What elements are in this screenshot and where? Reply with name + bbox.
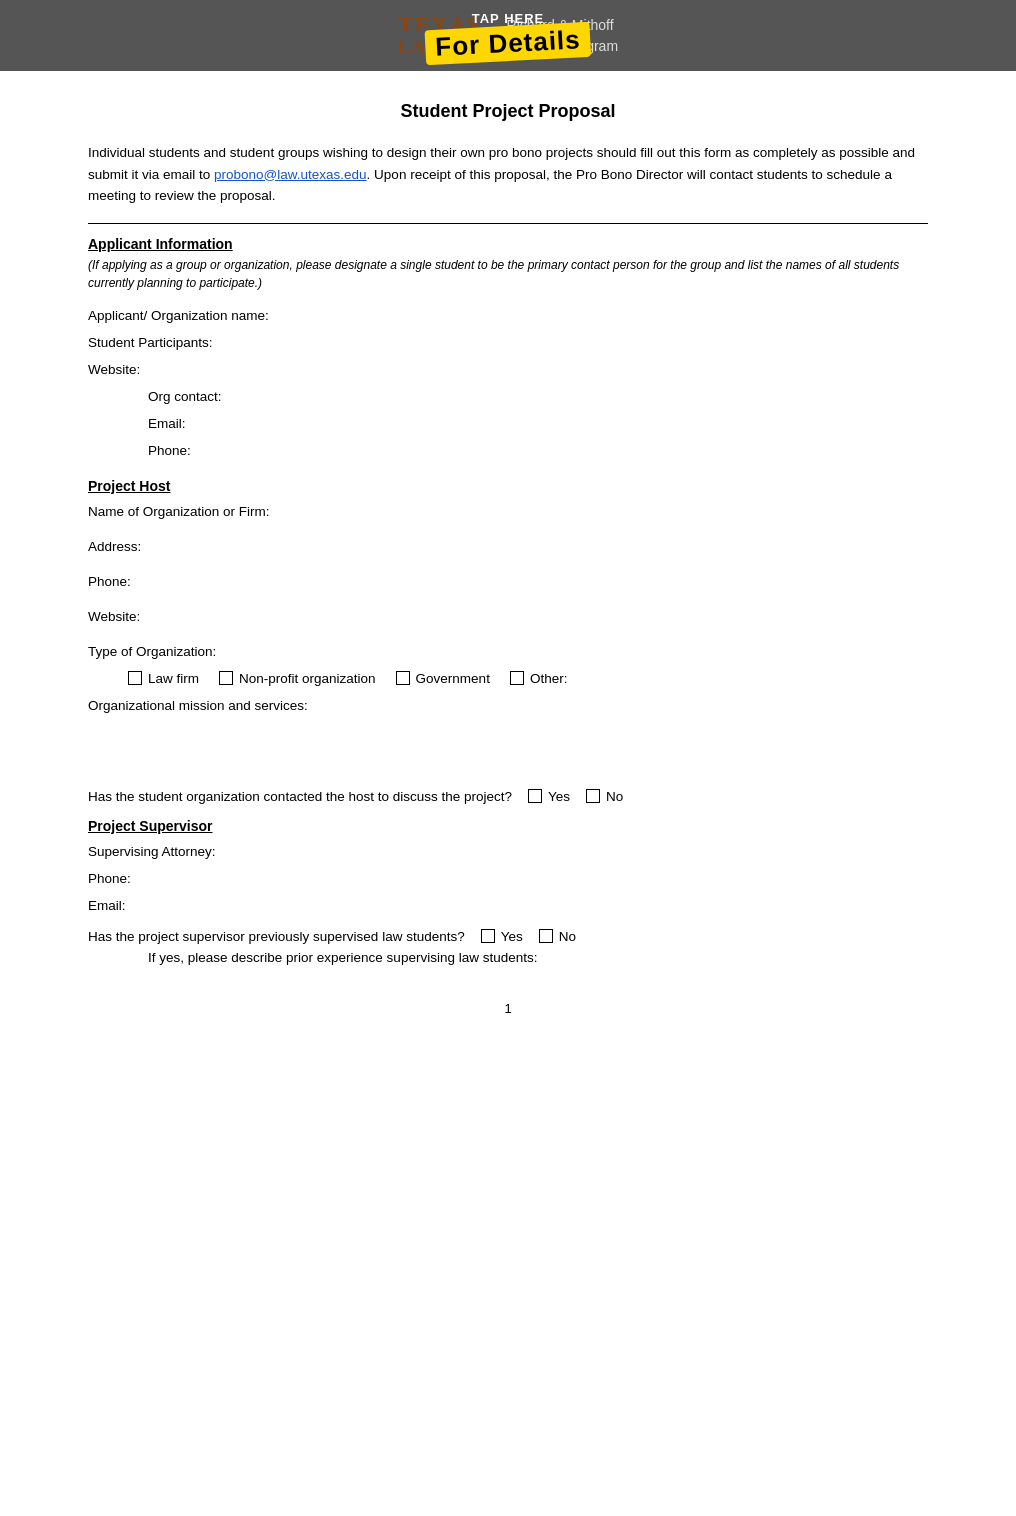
prev-supervised-row: Has the project supervisor previously su… [88, 929, 928, 944]
checkbox-box-contact-yes[interactable] [528, 789, 542, 803]
contact-no-label: No [606, 789, 623, 804]
checkbox-box-contact-no[interactable] [586, 789, 600, 803]
contact-question-text: Has the student organization contacted t… [88, 789, 512, 804]
checkbox-box-supervised-yes[interactable] [481, 929, 495, 943]
tap-overlay[interactable]: TAP HERE For Details [425, 11, 590, 61]
applicant-org-name: Applicant/ Organization name: [88, 302, 928, 329]
host-phone: Phone: [88, 568, 928, 595]
org-type-nonprofit: Non-profit organization [239, 671, 376, 686]
contact-no[interactable]: No [586, 789, 623, 804]
contact-yes-label: Yes [548, 789, 570, 804]
mission-label: Organizational mission and services: [88, 692, 928, 719]
checkbox-law-firm[interactable]: Law firm [128, 671, 199, 686]
host-org-name: Name of Organization or Firm: [88, 498, 928, 525]
org-type-government: Government [416, 671, 490, 686]
org-type-checkboxes: Law firm Non-profit organization Governm… [128, 671, 928, 686]
supervised-no[interactable]: No [539, 929, 576, 944]
section-divider [88, 223, 928, 224]
supervisor-heading: Project Supervisor [88, 818, 928, 834]
host-type-of-org: Type of Organization: [88, 638, 928, 665]
applicant-org-contact: Org contact: [148, 383, 928, 410]
contact-yes[interactable]: Yes [528, 789, 570, 804]
page-title: Student Project Proposal [88, 101, 928, 122]
tap-here-text: TAP HERE [472, 11, 545, 26]
checkbox-box-government[interactable] [396, 671, 410, 685]
applicant-section: Applicant Information (If applying as a … [88, 236, 928, 464]
applicant-subtext: (If applying as a group or organization,… [88, 256, 928, 292]
supervised-yes[interactable]: Yes [481, 929, 523, 944]
project-host-heading: Project Host [88, 478, 928, 494]
checkbox-box-other[interactable] [510, 671, 524, 685]
applicant-phone: Phone: [148, 437, 928, 464]
page-number: 1 [88, 1001, 928, 1016]
supervised-no-label: No [559, 929, 576, 944]
org-type-other: Other: [530, 671, 568, 686]
email-link[interactable]: probono@law.utexas.edu [214, 167, 367, 182]
checkbox-government[interactable]: Government [396, 671, 490, 686]
host-website: Website: [88, 603, 928, 630]
mission-text-area [88, 719, 928, 779]
org-type-law-firm: Law firm [148, 671, 199, 686]
contact-question-row: Has the student organization contacted t… [88, 789, 928, 804]
checkbox-box-supervised-no[interactable] [539, 929, 553, 943]
for-details-badge[interactable]: For Details [425, 21, 592, 65]
project-host-section: Project Host Name of Organization or Fir… [88, 478, 928, 804]
supervisor-email: Email: [88, 892, 928, 919]
applicant-student-participants: Student Participants: [88, 329, 928, 356]
main-content: Student Project Proposal Individual stud… [28, 71, 988, 1056]
checkbox-box-nonprofit[interactable] [219, 671, 233, 685]
checkbox-box-law-firm[interactable] [128, 671, 142, 685]
prev-supervised-question: Has the project supervisor previously su… [88, 929, 465, 944]
if-yes-describe: If yes, please describe prior experience… [148, 944, 928, 971]
checkbox-other[interactable]: Other: [510, 671, 568, 686]
supervisor-phone: Phone: [88, 865, 928, 892]
page-header: TEXAS LAW | Richard & Mithoff Pro Bono P… [0, 0, 1016, 71]
applicant-website: Website: [88, 356, 928, 383]
supervisor-attorney: Supervising Attorney: [88, 838, 928, 865]
applicant-email: Email: [148, 410, 928, 437]
intro-paragraph: Individual students and student groups w… [88, 142, 928, 207]
project-supervisor-section: Project Supervisor Supervising Attorney:… [88, 818, 928, 971]
checkbox-nonprofit[interactable]: Non-profit organization [219, 671, 376, 686]
applicant-heading: Applicant Information [88, 236, 928, 252]
supervised-yes-label: Yes [501, 929, 523, 944]
host-address: Address: [88, 533, 928, 560]
